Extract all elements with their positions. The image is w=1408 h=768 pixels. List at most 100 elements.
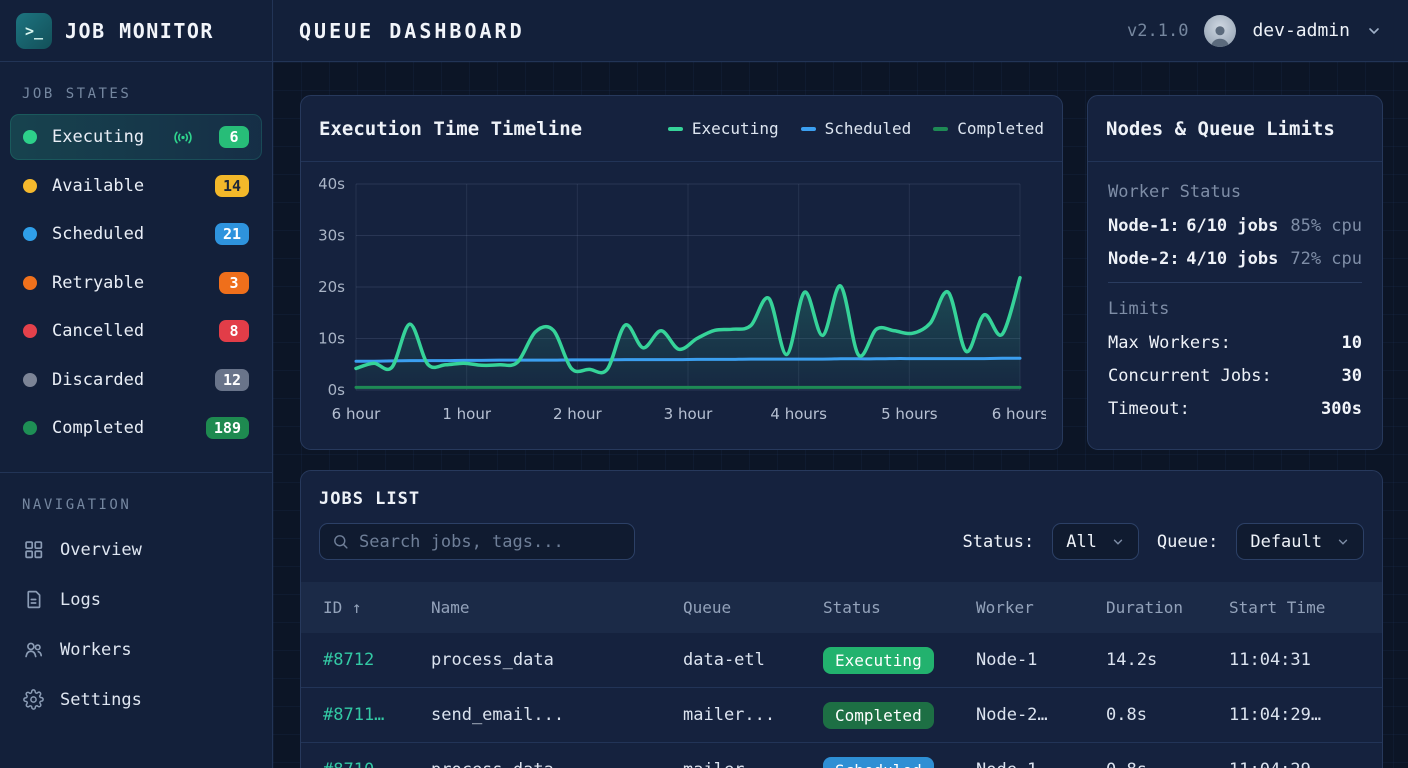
status-filter-value: All: [1066, 531, 1097, 552]
limit-label: Max Workers:: [1108, 333, 1231, 353]
column-header-duration[interactable]: Duration: [1106, 598, 1229, 617]
job-duration: 0.8s: [1106, 760, 1229, 768]
state-count-badge: 6: [219, 126, 249, 148]
avatar[interactable]: [1204, 14, 1237, 47]
jobs-table-body: #8712 process_data data-etl Executing Node-1…: [301, 633, 1382, 768]
jobs-table-header: ID ↑ Name Queue Status Worker Duration Start T…: [301, 582, 1382, 633]
state-count-badge: 8: [219, 320, 249, 342]
state-count-badge: 21: [214, 223, 249, 245]
search-icon: [334, 535, 348, 549]
job-states-section-label: JOB STATES: [22, 86, 132, 102]
state-label: Discarded: [52, 369, 145, 390]
column-header-start-time[interactable]: Start Time: [1229, 598, 1382, 617]
nav-item-label: Overview: [60, 539, 142, 560]
page-title: QUEUE DASHBOARD: [299, 18, 525, 43]
nav-item-label: Settings: [60, 689, 142, 710]
sidebar-state-cancelled[interactable]: Cancelled 8: [10, 308, 262, 354]
limit-value: 30: [1341, 366, 1362, 386]
worker-status-label: Worker Status: [1108, 182, 1242, 202]
status-filter-select[interactable]: All: [1052, 523, 1139, 560]
svg-text:30s: 30s: [319, 227, 345, 245]
nodes-card-title: Nodes & Queue Limits: [1106, 117, 1335, 140]
svg-text:6 hour: 6 hour: [332, 405, 382, 423]
sidebar: >_ JOB MONITOR JOB STATES Executing 6 Avai…: [0, 0, 273, 768]
state-count-badge: 3: [219, 271, 249, 294]
limit-value: 10: [1341, 333, 1362, 353]
svg-text:6 hours: 6 hours: [992, 405, 1046, 423]
legend-item-completed: Completed: [933, 119, 1044, 138]
limit-label: Concurrent Jobs:: [1108, 366, 1272, 386]
job-id-link[interactable]: #8712: [323, 650, 431, 670]
app-logo-row: >_ JOB MONITOR: [0, 0, 272, 62]
job-queue: mailer: [683, 760, 823, 768]
column-header-queue[interactable]: Queue: [683, 598, 823, 617]
search-box: [319, 523, 635, 560]
nav-item-overview[interactable]: Overview: [10, 525, 262, 575]
table-row[interactable]: #8711… send_email... mailer... Completed Nod…: [301, 688, 1382, 743]
job-start-time: 11:04:29…: [1229, 705, 1322, 725]
job-duration: 0.8s: [1106, 705, 1147, 725]
limits-list: Max Workers: 10 Concurrent Jobs: 30 Timeout:…: [1108, 333, 1362, 419]
sidebar-state-retryable[interactable]: Retryable 3: [10, 260, 262, 306]
status-badge: Scheduled: [823, 756, 934, 768]
jobs-table: ID ↑ Name Queue Status Worker Duration Start T…: [301, 582, 1382, 768]
worker-status-row: Node-2: 4/10 jobs 72% cpu: [1108, 249, 1362, 269]
limit-row: Concurrent Jobs: 30: [1108, 366, 1362, 386]
worker-jobs: 6/10 jobs: [1186, 216, 1279, 236]
state-dot: [23, 324, 37, 338]
job-worker: Node-1: [976, 760, 1106, 768]
column-header-id-[interactable]: ID ↑: [323, 598, 431, 617]
limits-label: Limits: [1108, 299, 1170, 319]
column-header-worker[interactable]: Worker: [976, 598, 1106, 617]
legend-swatch: [800, 126, 816, 131]
state-count-badge: 12: [214, 368, 249, 391]
svg-text:0s: 0s: [328, 381, 346, 399]
status-badge: Executing: [823, 646, 934, 674]
queue-filter-label: Queue:: [1156, 531, 1219, 552]
svg-text:1 hour: 1 hour: [442, 405, 492, 423]
nav-item-workers[interactable]: Workers: [10, 625, 262, 675]
execution-timeline-card: Execution Time Timeline Executing Schedul…: [300, 95, 1063, 450]
legend-item-scheduled: Scheduled: [800, 119, 911, 138]
table-row[interactable]: #8712 process_data data-etl Executing Node-1…: [301, 633, 1382, 688]
state-dot: [23, 372, 37, 387]
sidebar-state-completed[interactable]: Completed 189: [10, 405, 262, 451]
queue-filter-select[interactable]: Default: [1236, 523, 1364, 560]
worker-status-row: Node-1: 6/10 jobs 85% cpu: [1108, 216, 1362, 236]
job-duration: 14.2s: [1106, 650, 1158, 670]
timeline-card-title: Execution Time Timeline: [319, 117, 583, 140]
app-title: JOB MONITOR: [65, 18, 214, 43]
job-id-link[interactable]: #8710: [323, 760, 431, 768]
job-id-link[interactable]: #8711…: [323, 705, 431, 725]
main-content: Execution Time Timeline Executing Schedul…: [273, 62, 1408, 768]
sidebar-state-discarded[interactable]: Discarded 12: [10, 357, 262, 403]
state-label: Executing: [52, 127, 145, 147]
limit-row: Max Workers: 10: [1108, 333, 1362, 353]
sidebar-state-scheduled[interactable]: Scheduled 21: [10, 211, 262, 257]
job-worker: Node-1: [976, 650, 1038, 670]
legend-swatch: [667, 126, 683, 131]
status-filter-label: Status:: [962, 531, 1035, 552]
search-input[interactable]: [359, 531, 622, 552]
table-row[interactable]: #8710process_datamailerScheduled Node-10.…: [301, 743, 1382, 768]
jobs-list-title: JOBS LIST: [319, 489, 421, 509]
legend-item-executing: Executing: [667, 119, 779, 138]
svg-text:10s: 10s: [319, 330, 345, 348]
chevron-down-icon: [1336, 535, 1350, 549]
sidebar-state-executing[interactable]: Executing 6: [10, 114, 262, 160]
job-start-time: 11:04:29: [1229, 760, 1382, 768]
nav-item-logs[interactable]: Logs: [10, 575, 262, 625]
sidebar-state-available[interactable]: Available 14: [10, 163, 262, 209]
state-count-badge: 189: [205, 417, 249, 439]
column-header-status[interactable]: Status: [823, 598, 976, 617]
svg-text:40s: 40s: [319, 175, 345, 193]
legend-label: Executing: [691, 119, 779, 138]
nav-item-label: Logs: [60, 589, 101, 610]
worker-name: Node-2:: [1108, 249, 1180, 269]
state-dot: [23, 421, 37, 435]
user-menu[interactable]: dev-admin: [1252, 20, 1350, 41]
nav-item-settings[interactable]: Settings: [10, 675, 262, 725]
chevron-down-icon[interactable]: [1366, 23, 1382, 39]
state-label: Scheduled: [52, 224, 145, 244]
column-header-name[interactable]: Name: [431, 598, 683, 617]
